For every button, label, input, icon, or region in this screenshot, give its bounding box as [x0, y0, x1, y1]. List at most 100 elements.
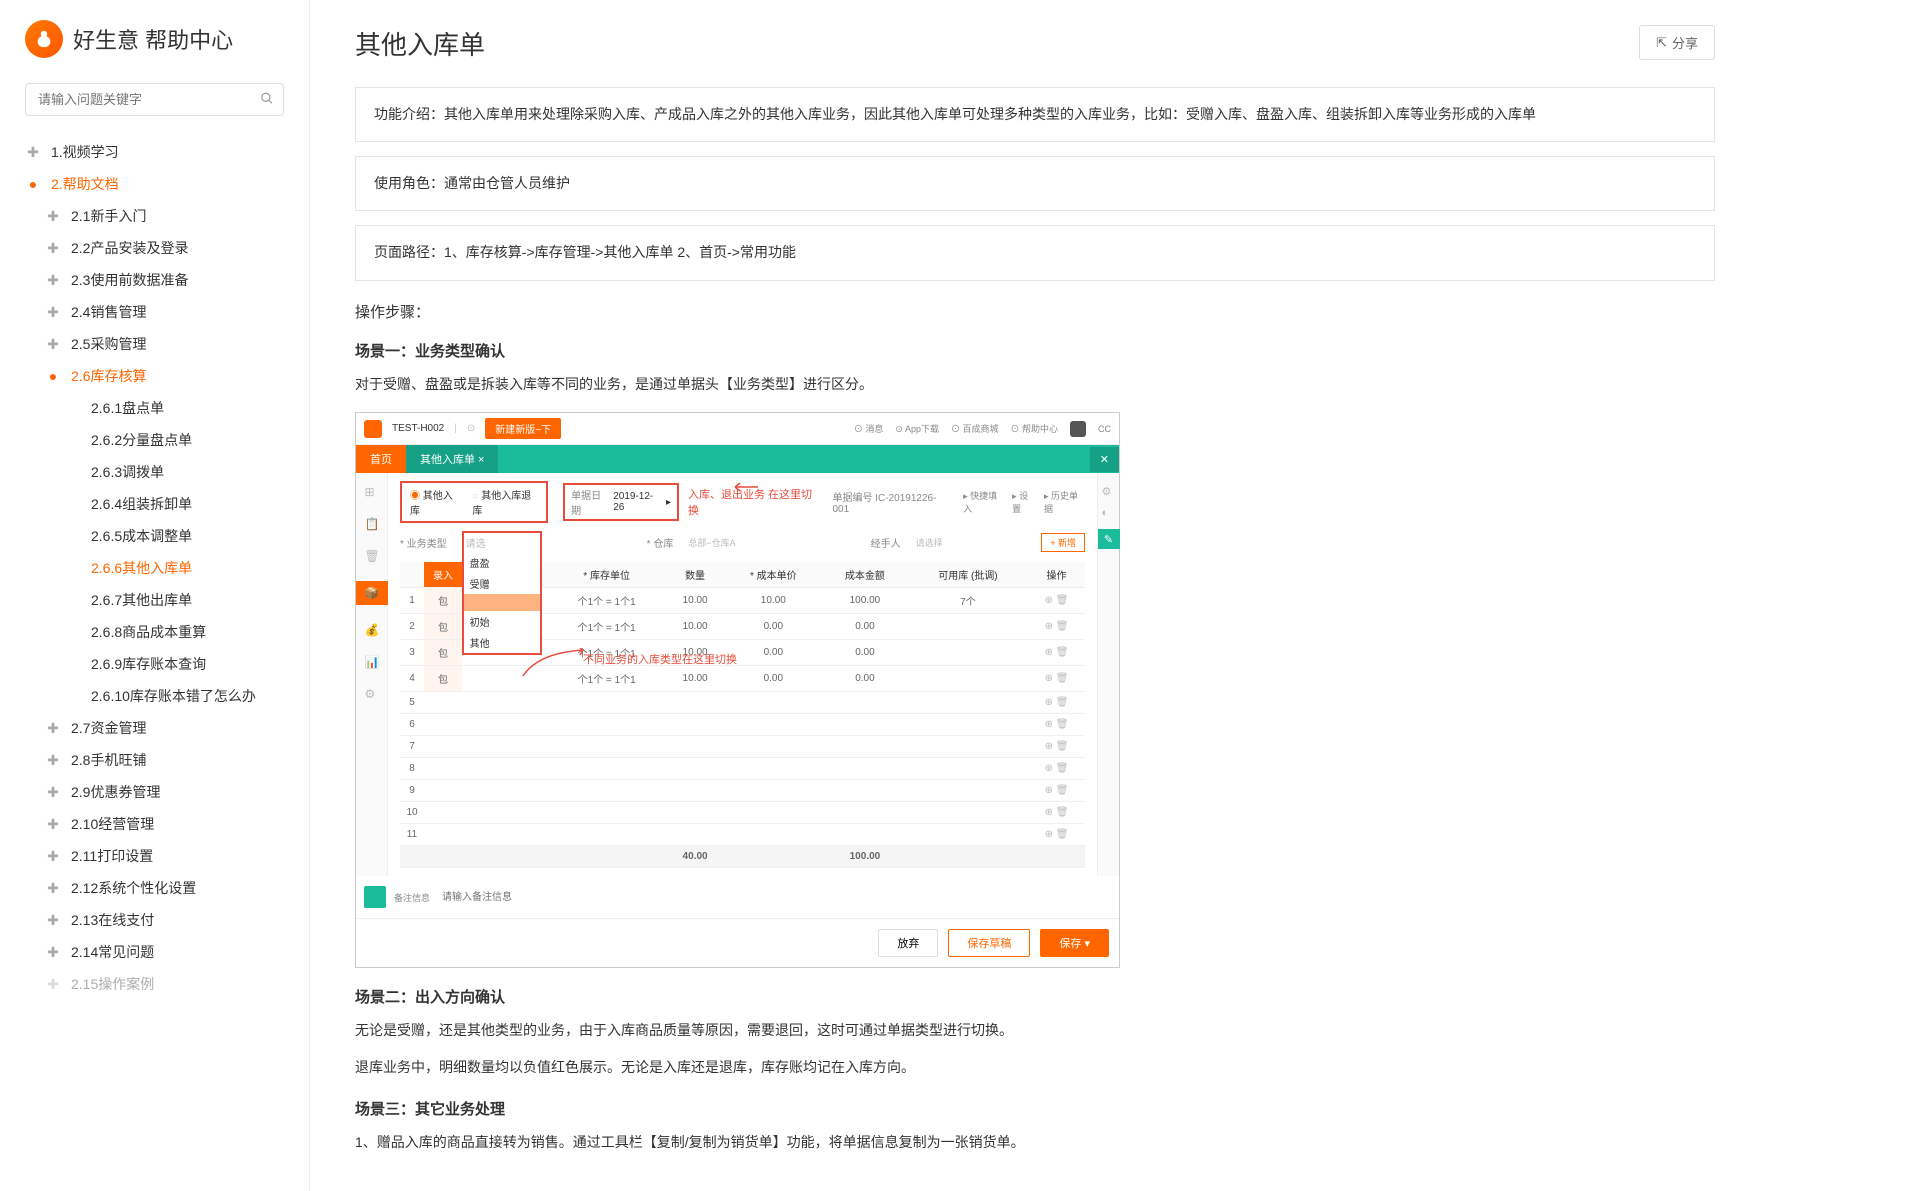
scene3-title: 场景三：其它业务处理 — [355, 1098, 1715, 1119]
nav-item[interactable]: 2.6.7其他出库单 — [25, 584, 284, 616]
nav-item[interactable]: 2.6.6其他入库单 — [25, 552, 284, 584]
nav-item[interactable]: 2.6.4组装拆卸单 — [25, 488, 284, 520]
nav-item[interactable]: 2.6.10库存账本错了怎么办 — [25, 680, 284, 712]
plus-icon: ✚ — [45, 720, 61, 736]
ss-date-box: 单据日期 2019-12-26 ▸ — [563, 483, 679, 521]
ss-tool-icon: ✎ — [1098, 529, 1120, 549]
role-box: 使用角色：通常由仓管人员维护 — [355, 156, 1715, 211]
scene3-text: 1、赠品入库的商品直接转为销售。通过工具栏【复制/复制为销货单】功能，将单据信息… — [355, 1129, 1715, 1156]
scene1-text: 对于受赠、盘盈或是拆装入库等不同的业务，是通过单据头【业务类型】进行区分。 — [355, 371, 1715, 398]
logo-icon — [25, 20, 63, 58]
ss-cancel-btn: 放弃 — [878, 929, 938, 957]
plus-icon: ✚ — [45, 240, 61, 256]
ss-nav-icon: 📊 — [365, 655, 379, 669]
ss-tool-icon: ⚙ — [1102, 485, 1116, 499]
ss-type-radio-group: ◉ 其他入库 ○ 其他入库退库 — [400, 481, 548, 523]
ss-nav-icon: ⊞ — [365, 485, 379, 499]
nav-item[interactable]: ✚2.11打印设置 — [25, 840, 284, 872]
plus-icon: ✚ — [45, 208, 61, 224]
ss-save-btn: 保存 ▾ — [1040, 929, 1109, 957]
main-content: 其他入库单 ⇱ 分享 功能介绍：其他入库单用来处理除采购入库、产成品入库之外的其… — [310, 0, 1760, 1191]
plus-icon: ✚ — [45, 976, 61, 992]
path-box: 页面路径：1、库存核算->库存管理->其他入库单 2、首页->常用功能 — [355, 225, 1715, 280]
steps-label: 操作步骤： — [355, 301, 1715, 322]
search-box — [25, 83, 284, 116]
role-label: 使用角色： — [374, 175, 444, 191]
nav-item[interactable]: 2.6.9库存账本查询 — [25, 648, 284, 680]
ss-tab-home: 首页 — [356, 445, 406, 473]
nav-label: 2.15操作案例 — [71, 974, 154, 994]
plus-icon: ✚ — [45, 848, 61, 864]
plus-icon: ✚ — [45, 272, 61, 288]
share-label: 分享 — [1672, 33, 1698, 52]
ss-nav-icon: 💰 — [365, 623, 379, 637]
intro-label: 功能介绍： — [374, 106, 444, 122]
ss-nav-icon: 📋 — [365, 517, 379, 531]
nav-item[interactable]: ✚2.13在线支付 — [25, 904, 284, 936]
plus-icon: ✚ — [45, 304, 61, 320]
nav-item[interactable]: ✚2.8手机旺铺 — [25, 744, 284, 776]
nav-item[interactable]: 2.6.2分量盘点单 — [25, 424, 284, 456]
nav-item[interactable]: ✚2.4销售管理 — [25, 296, 284, 328]
nav-item[interactable]: ✚2.10经营管理 — [25, 808, 284, 840]
plus-icon: ✚ — [45, 752, 61, 768]
path-label: 页面路径： — [374, 244, 444, 260]
scene1-title: 场景一：业务类型确认 — [355, 340, 1715, 361]
ss-remark-icon — [364, 886, 386, 908]
nav-item[interactable]: 2.6.1盘点单 — [25, 392, 284, 424]
ss-nav-icon: 📦 — [356, 581, 388, 605]
minus-icon: ● — [25, 176, 41, 192]
nav-item[interactable]: 2.6.5成本调整单 — [25, 520, 284, 552]
nav-item[interactable]: 2.6.8商品成本重算 — [25, 616, 284, 648]
intro-box: 功能介绍：其他入库单用来处理除采购入库、产成品入库之外的其他入库业务，因此其他入… — [355, 87, 1715, 142]
page-title: 其他入库单 — [355, 25, 485, 62]
nav-item-docs[interactable]: ● 2.帮助文档 — [25, 168, 284, 200]
nav-item[interactable]: ✚2.7资金管理 — [25, 712, 284, 744]
nav-item[interactable]: ✚2.1新手入门 — [25, 200, 284, 232]
nav-item[interactable]: ✚ 2.15操作案例 — [25, 968, 284, 1000]
scene2-text2: 退库业务中，明细数量均以负值红色展示。无论是入库还是退库，库存账均记在入库方向。 — [355, 1054, 1715, 1081]
nav-item[interactable]: ✚2.9优惠券管理 — [25, 776, 284, 808]
search-icon[interactable] — [260, 91, 274, 108]
scene2-title: 场景二：出入方向确认 — [355, 986, 1715, 1007]
plus-icon: ✚ — [45, 784, 61, 800]
embedded-screenshot: TEST-H002 | ⊙ 新建新版−下 ⊙ 消息⊙ App下载⊙ 百成商城⊙ … — [355, 412, 1120, 968]
annotation-text: 不同业务的入库类型在这里切换 — [583, 651, 737, 667]
plus-icon: ✚ — [45, 912, 61, 928]
plus-icon: ✚ — [45, 816, 61, 832]
ss-add-btn: + 新增 — [1041, 533, 1085, 552]
nav-item[interactable]: ✚2.5采购管理 — [25, 328, 284, 360]
sidebar: 好生意 帮助中心 ✚ 1.视频学习 ● 2.帮助文档 ✚2.1新手入门✚2.2产… — [0, 0, 310, 1191]
ss-env: TEST-H002 — [392, 423, 444, 434]
nav-item[interactable]: ✚2.2产品安装及登录 — [25, 232, 284, 264]
nav-item[interactable]: ✚2.3使用前数据准备 — [25, 264, 284, 296]
plus-icon: ✚ — [25, 144, 41, 160]
nav-item[interactable]: ✚2.14常见问题 — [25, 936, 284, 968]
plus-icon: ✚ — [45, 336, 61, 352]
ss-logo-icon — [364, 420, 382, 438]
nav-label: 1.视频学习 — [51, 142, 119, 162]
nav-item[interactable]: ✚2.12系统个性化设置 — [25, 872, 284, 904]
ss-close-icon: ✕ — [1090, 447, 1119, 472]
ss-tab-active: 其他入库单 × — [406, 445, 498, 473]
share-button[interactable]: ⇱ 分享 — [1639, 25, 1715, 60]
ss-nav-icon: ⚙ — [365, 687, 379, 701]
nav-label: 2.帮助文档 — [51, 174, 119, 194]
ss-guide-btn: 新建新版−下 — [485, 418, 561, 439]
logo[interactable]: 好生意 帮助中心 — [25, 20, 284, 58]
ss-remark-input — [438, 888, 1111, 907]
plus-icon: ✚ — [45, 944, 61, 960]
logo-text: 好生意 帮助中心 — [73, 23, 233, 55]
nav-item[interactable]: 2.6.3调拨单 — [25, 456, 284, 488]
search-input[interactable] — [25, 83, 284, 116]
minus-icon: ● — [45, 368, 61, 384]
role-text: 通常由仓管人员维护 — [444, 175, 570, 191]
nav-item-video[interactable]: ✚ 1.视频学习 — [25, 136, 284, 168]
scene2-text1: 无论是受赠，还是其他类型的业务，由于入库商品质量等原因，需要退回，这时可通过单据… — [355, 1017, 1715, 1044]
plus-icon: ✚ — [45, 880, 61, 896]
intro-text: 其他入库单用来处理除采购入库、产成品入库之外的其他入库业务，因此其他入库单可处理… — [444, 106, 1536, 122]
nav-item-inventory[interactable]: ● 2.6库存核算 — [25, 360, 284, 392]
ss-draft-btn: 保存草稿 — [948, 929, 1030, 957]
ss-tool-icon: ◐ — [1102, 507, 1116, 521]
path-text: 1、库存核算->库存管理->其他入库单 2、首页->常用功能 — [444, 244, 796, 260]
